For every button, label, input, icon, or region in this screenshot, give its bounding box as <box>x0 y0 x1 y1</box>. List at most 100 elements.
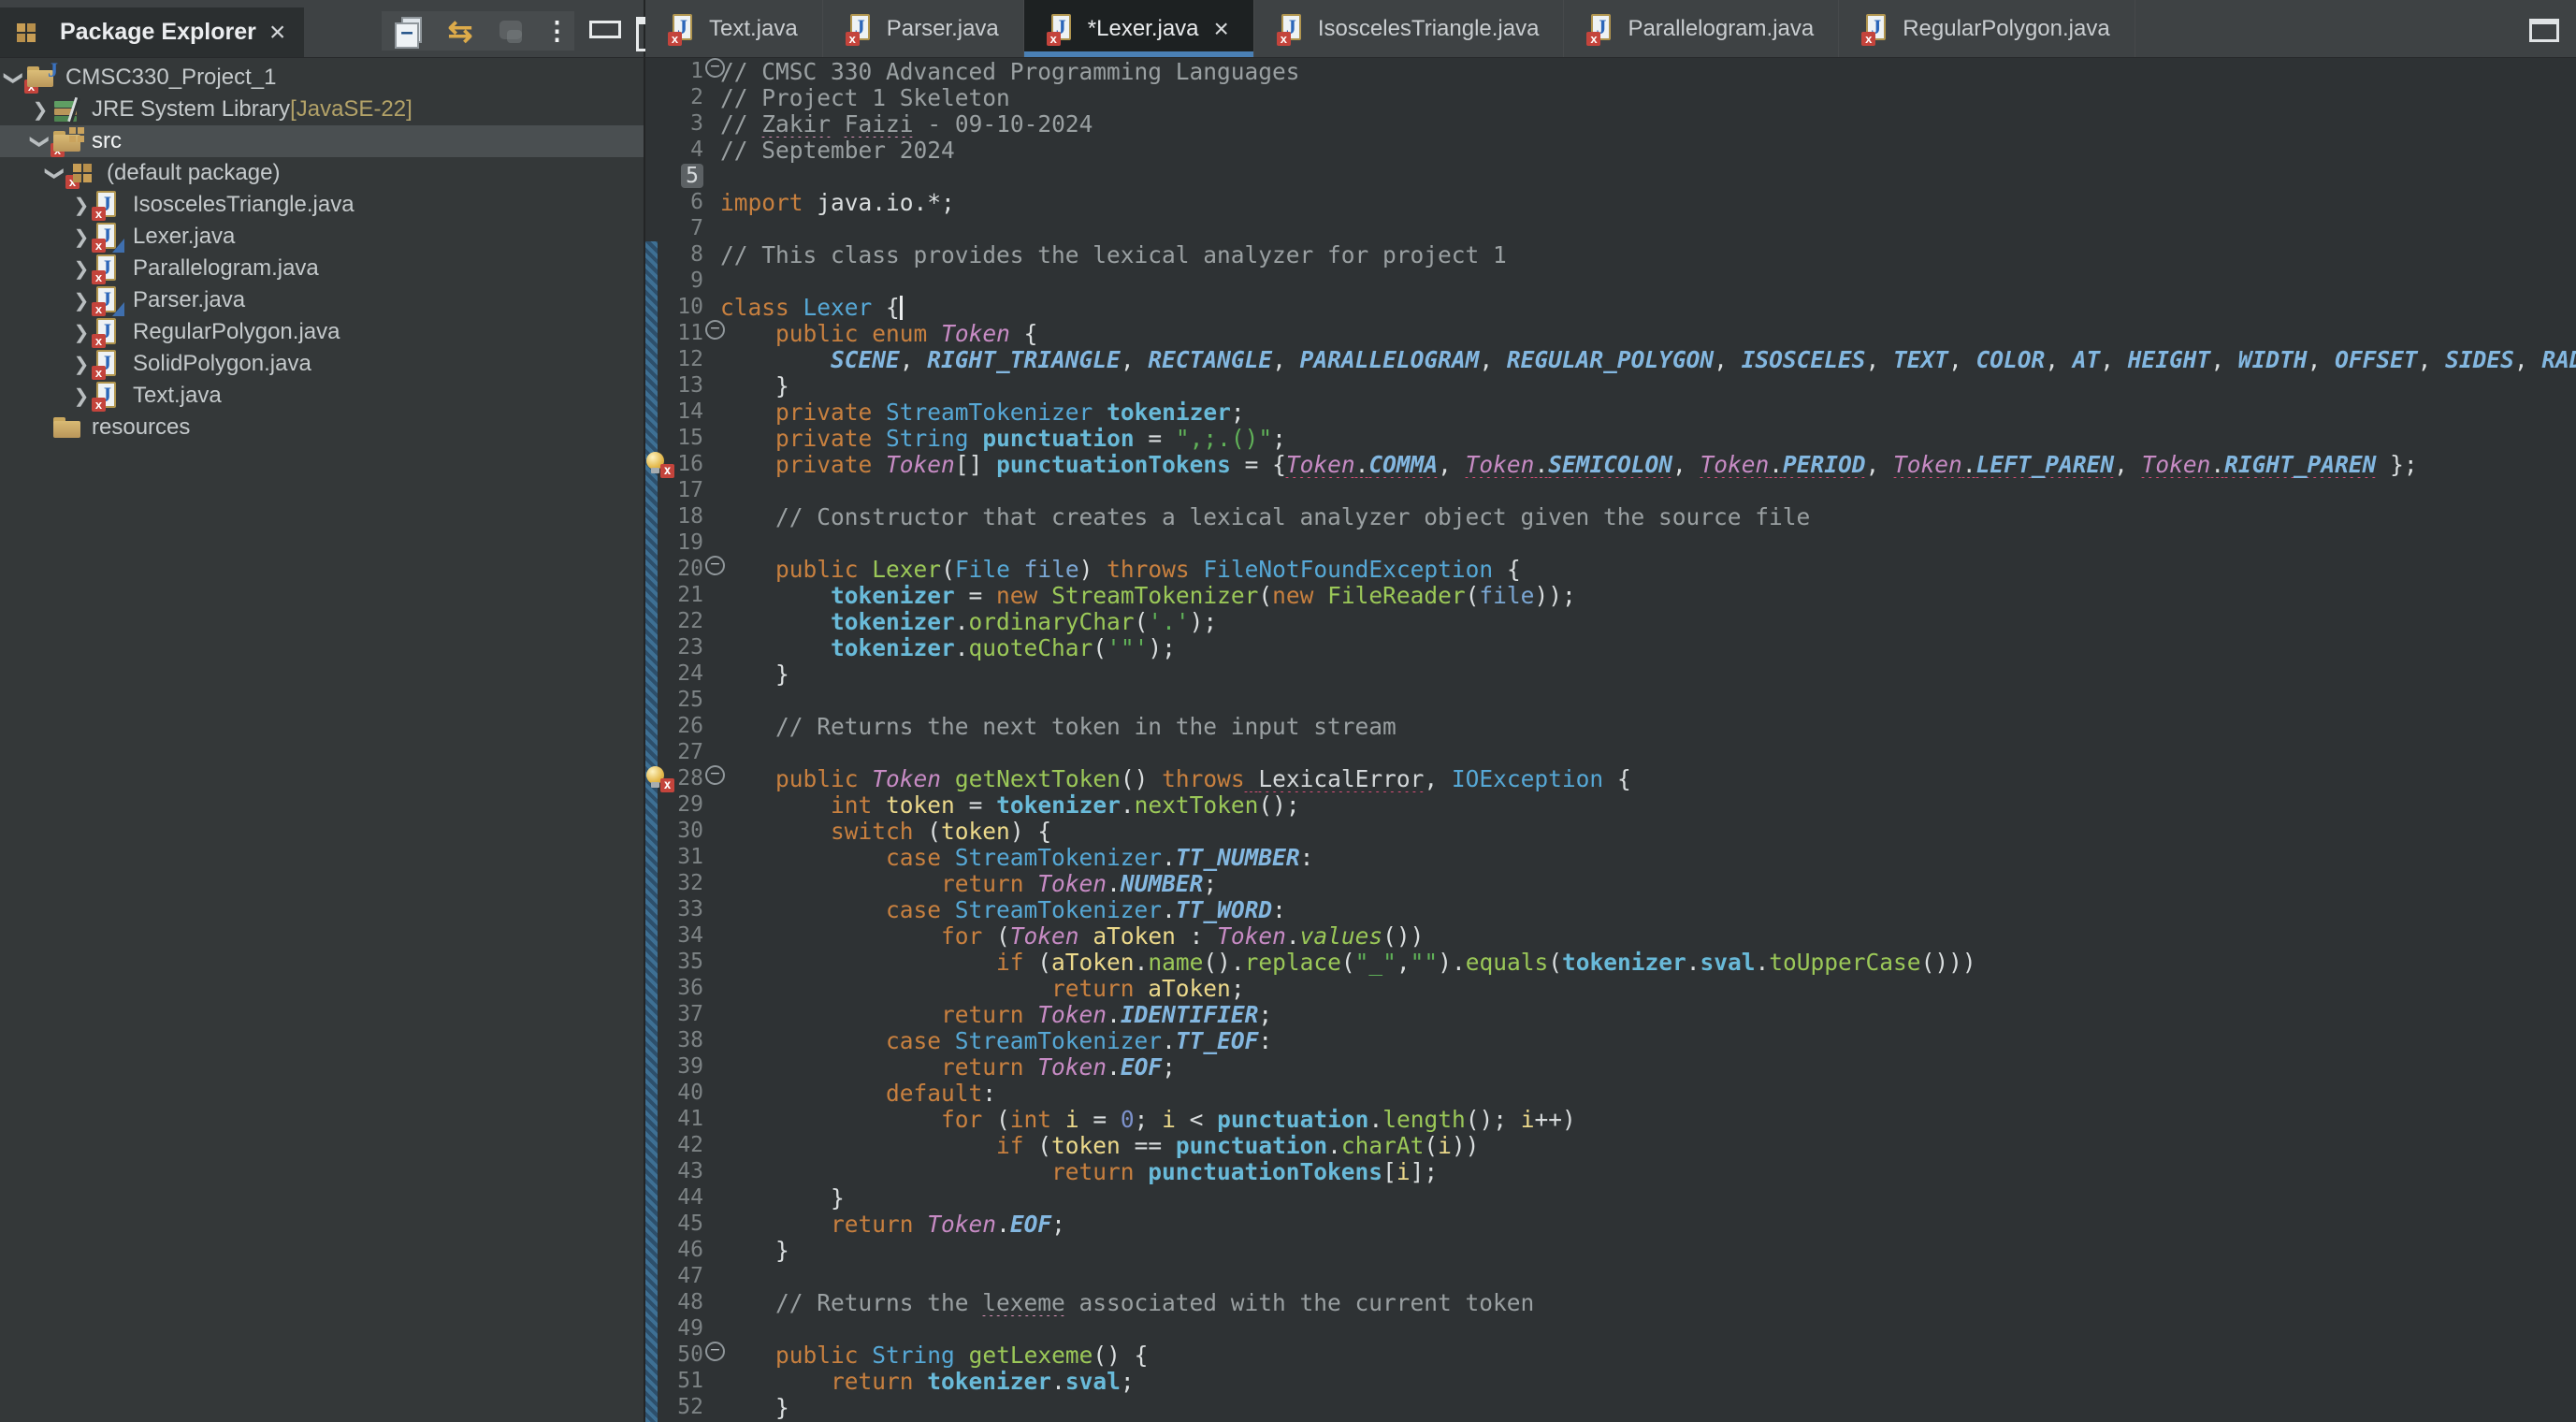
chevron-collapsed-icon[interactable]: ❯ <box>69 353 94 376</box>
gutter-cell[interactable]: 30 <box>645 818 720 844</box>
chevron-expanded-icon[interactable]: ❯ <box>3 65 26 90</box>
tree-item-textjava[interactable]: ❯JxText.java <box>0 380 644 412</box>
collapse-all-icon[interactable] <box>393 15 425 47</box>
chevron-expanded-icon[interactable]: ❯ <box>44 161 67 185</box>
error-quickfix-icon[interactable]: x <box>646 452 671 476</box>
code-token <box>941 896 955 923</box>
gutter-cell[interactable]: 42 <box>645 1132 720 1158</box>
gutter-cell[interactable]: 27 <box>645 739 720 765</box>
gutter-cell[interactable]: 46 <box>645 1237 720 1263</box>
gutter-cell[interactable]: 5 <box>645 163 720 189</box>
gutter-cell[interactable]: 11 <box>645 320 720 346</box>
gutter-cell[interactable]: 24 <box>645 660 720 687</box>
gutter-cell[interactable]: 3 <box>645 110 720 137</box>
tree-item-isoscelestrianglejava[interactable]: ❯JxIsoscelesTriangle.java <box>0 189 644 221</box>
gutter-cell[interactable]: 34 <box>645 922 720 949</box>
tree-item-resources[interactable]: ❯resources <box>0 412 644 443</box>
editor-tab-isoscelestrianglejava[interactable]: JxIsoscelesTriangle.java <box>1254 0 1565 57</box>
link-with-editor-icon[interactable]: ⇆ <box>441 15 479 47</box>
editor-tab-lexerjava[interactable]: Jx*Lexer.java× <box>1024 0 1254 57</box>
gutter-cell[interactable]: 44 <box>645 1184 720 1211</box>
gutter-cell[interactable]: 23 <box>645 634 720 660</box>
gutter-cell[interactable]: 14 <box>645 399 720 425</box>
chevron-expanded-icon[interactable]: ❯ <box>29 129 52 153</box>
chevron-collapsed-icon[interactable]: ❯ <box>69 225 94 249</box>
gutter-cell[interactable]: 49 <box>645 1315 720 1342</box>
gutter-cell[interactable]: 32 <box>645 870 720 896</box>
gutter-cell[interactable]: 45 <box>645 1211 720 1237</box>
error-quickfix-icon[interactable]: x <box>646 766 671 791</box>
code-token: return <box>831 1211 914 1238</box>
gutter-cell[interactable]: 40 <box>645 1080 720 1106</box>
tree-item-cmsc330project1[interactable]: ❯JxCMSC330_Project_1 <box>0 62 644 94</box>
gutter-cell[interactable]: 50 <box>645 1342 720 1368</box>
gutter-cell[interactable]: 48 <box>645 1289 720 1315</box>
chevron-collapsed-icon[interactable]: ❯ <box>69 385 94 408</box>
package-explorer-view-tab[interactable]: Package Explorer × <box>0 7 304 57</box>
gutter-cell[interactable]: 2 <box>645 84 720 110</box>
chevron-collapsed-icon[interactable]: ❯ <box>69 321 94 344</box>
gutter-cell[interactable]: 17 <box>645 477 720 503</box>
gutter-cell[interactable]: 13 <box>645 372 720 399</box>
tree-item-parallelogramjava[interactable]: ❯JxParallelogram.java <box>0 253 644 284</box>
gutter-cell[interactable]: 25 <box>645 687 720 713</box>
gutter-cell[interactable]: x16 <box>645 451 720 477</box>
tree-item-jresystemlibrary[interactable]: ❯JRE System Library [JavaSE-22] <box>0 94 644 125</box>
view-tab-close-icon[interactable]: × <box>268 19 288 47</box>
gutter-cell[interactable]: 6 <box>645 189 720 215</box>
gutter-cell[interactable]: 10 <box>645 294 720 320</box>
gutter-cell[interactable]: 43 <box>645 1158 720 1184</box>
tree-item-parserjava[interactable]: ❯JxParser.java <box>0 284 644 316</box>
tree-item-defaultpackage[interactable]: ❯x(default package) <box>0 157 644 189</box>
tree-item-solidpolygonjava[interactable]: ❯JxSolidPolygon.java <box>0 348 644 380</box>
code-text: public Token getNextToken() throws Lexic… <box>720 765 2576 792</box>
gutter-cell[interactable]: 31 <box>645 844 720 870</box>
editor-tab-textjava[interactable]: JxText.java <box>645 0 823 57</box>
view-menu-icon[interactable]: ⋮ <box>544 15 563 47</box>
gutter-cell[interactable]: 8 <box>645 241 720 268</box>
gutter-cell[interactable]: x28 <box>645 765 720 791</box>
gutter-cell[interactable]: 4 <box>645 137 720 163</box>
gutter-cell[interactable]: 7 <box>645 215 720 241</box>
gutter-cell[interactable]: 12 <box>645 346 720 372</box>
gutter-cell[interactable]: 19 <box>645 530 720 556</box>
tree-item-src[interactable]: ❯xsrc <box>0 125 644 157</box>
code-line: 25 <box>645 687 2576 713</box>
gutter-cell[interactable]: 21 <box>645 582 720 608</box>
chevron-collapsed-icon[interactable]: ❯ <box>28 98 52 122</box>
code-token: LEFT_PAREN <box>1976 451 2115 478</box>
gutter-cell[interactable]: 29 <box>645 791 720 818</box>
gutter-cell[interactable]: 36 <box>645 975 720 1001</box>
code-editor[interactable]: 1// CMSC 330 Advanced Programming Langua… <box>645 58 2576 1422</box>
gutter-cell[interactable]: 18 <box>645 503 720 530</box>
restore-editor-icon[interactable] <box>2527 13 2559 45</box>
code-token: [ <box>1382 1158 1397 1185</box>
editor-tab-parallelogramjava[interactable]: JxParallelogram.java <box>1564 0 1839 57</box>
chevron-collapsed-icon[interactable]: ❯ <box>69 257 94 281</box>
gutter-cell[interactable]: 26 <box>645 713 720 739</box>
gutter-cell[interactable]: 33 <box>645 896 720 922</box>
tree-item-lexerjava[interactable]: ❯JxLexer.java <box>0 221 644 253</box>
chevron-collapsed-icon[interactable]: ❯ <box>69 289 94 312</box>
tree-item-regularpolygonjava[interactable]: ❯JxRegularPolygon.java <box>0 316 644 348</box>
gutter-cell[interactable]: 37 <box>645 1001 720 1027</box>
gutter-cell[interactable]: 1 <box>645 58 720 84</box>
gutter-cell[interactable]: 52 <box>645 1394 720 1420</box>
tab-close-icon[interactable]: × <box>1214 14 1229 44</box>
code-token: [] <box>955 451 996 478</box>
gutter-cell[interactable]: 47 <box>645 1263 720 1289</box>
code-token: // CMSC 330 Advanced Programming Languag… <box>720 58 1300 85</box>
gutter-cell[interactable]: 15 <box>645 425 720 451</box>
gutter-cell[interactable]: 38 <box>645 1027 720 1053</box>
gutter-cell[interactable]: 41 <box>645 1106 720 1132</box>
minimize-view-icon[interactable] <box>587 15 619 47</box>
chevron-collapsed-icon[interactable]: ❯ <box>69 194 94 217</box>
gutter-cell[interactable]: 9 <box>645 268 720 294</box>
editor-tab-regularpolygonjava[interactable]: JxRegularPolygon.java <box>1839 0 2135 57</box>
gutter-cell[interactable]: 35 <box>645 949 720 975</box>
gutter-cell[interactable]: 20 <box>645 556 720 582</box>
gutter-cell[interactable]: 39 <box>645 1053 720 1080</box>
gutter-cell[interactable]: 51 <box>645 1368 720 1394</box>
gutter-cell[interactable]: 22 <box>645 608 720 634</box>
editor-tab-parserjava[interactable]: JxParser.java <box>823 0 1024 57</box>
